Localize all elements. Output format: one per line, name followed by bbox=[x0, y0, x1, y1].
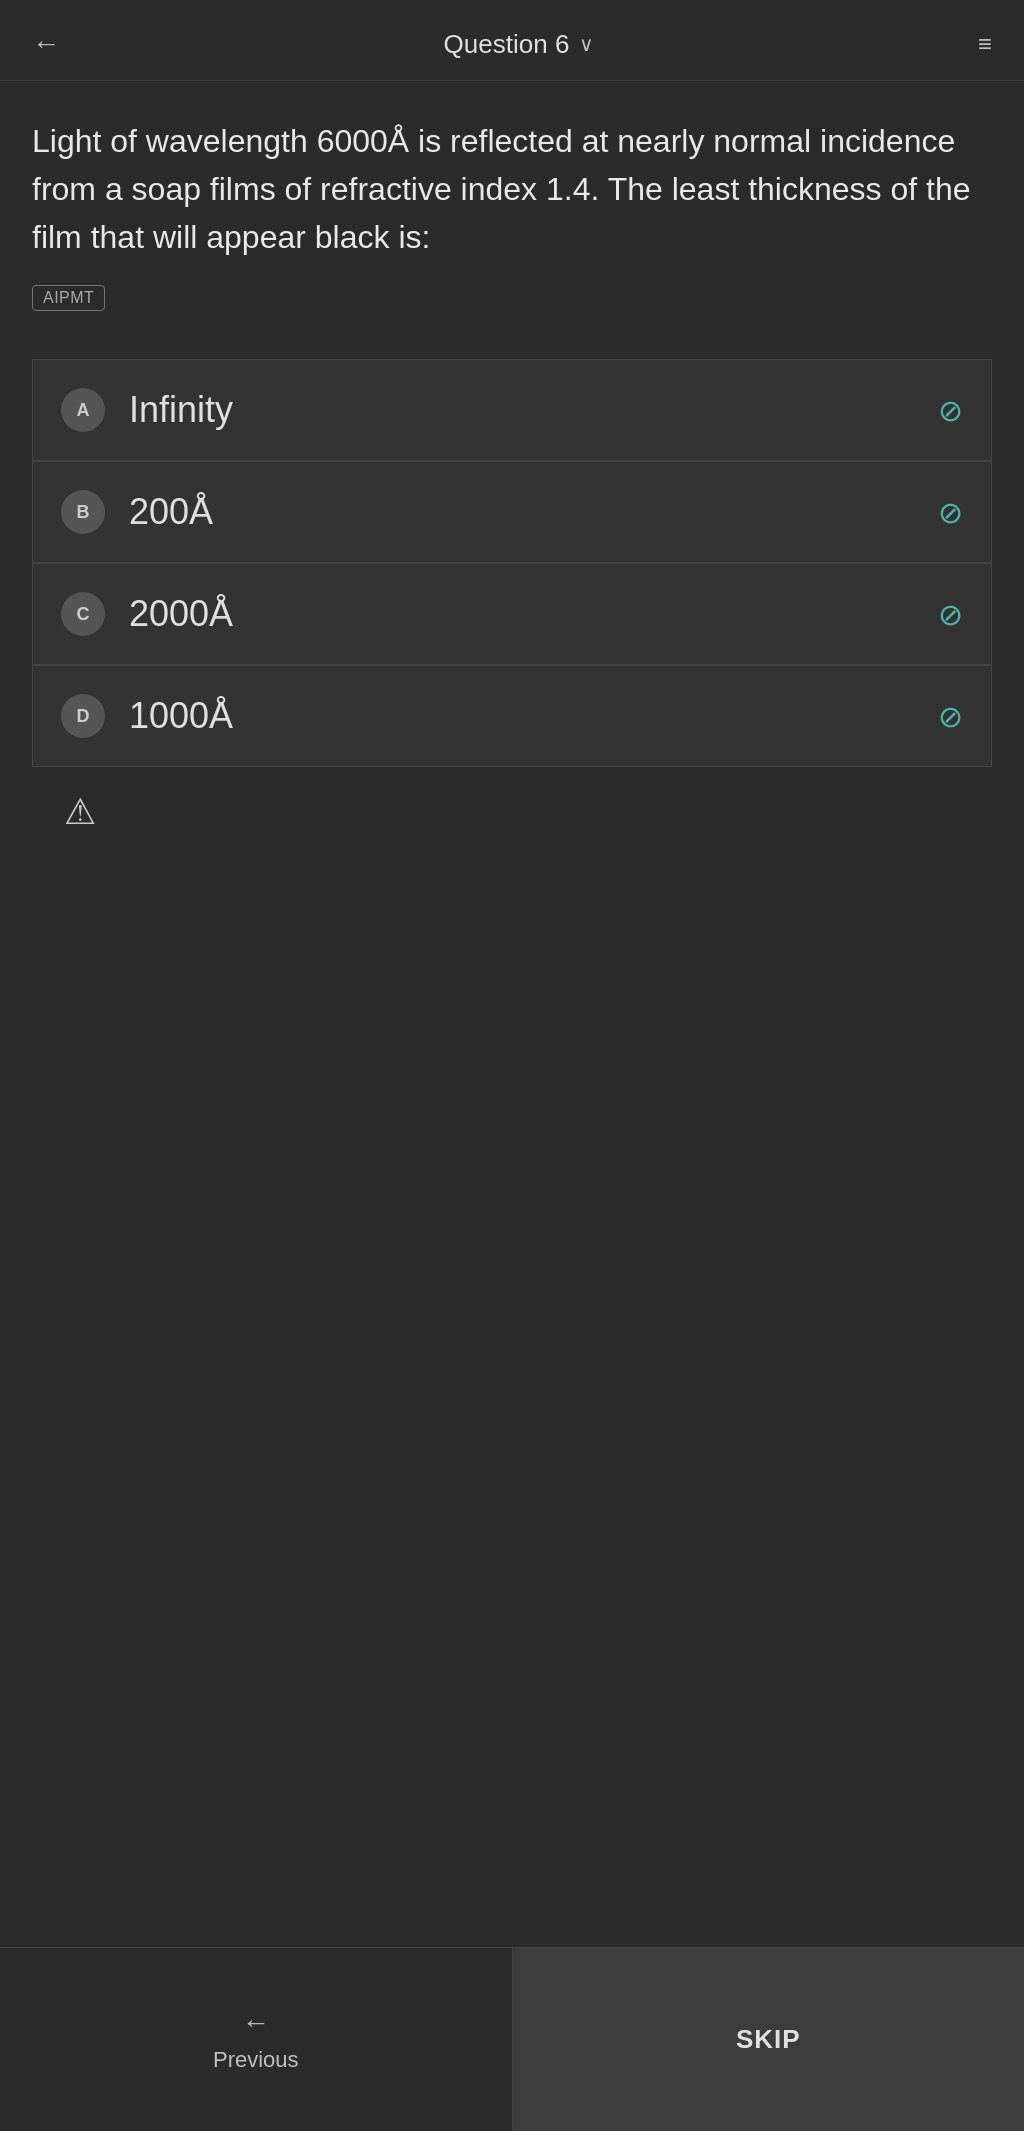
header-title-area[interactable]: Question 6 ∨ bbox=[444, 29, 595, 60]
warning-area: ⚠ bbox=[32, 767, 992, 857]
header: ← Question 6 ∨ ≡ bbox=[0, 0, 1024, 81]
option-d-status-icon: ⊘ bbox=[938, 699, 963, 734]
option-a-left: A Infinity bbox=[61, 388, 233, 432]
skip-label: SKIP bbox=[736, 2024, 801, 2055]
header-back-button[interactable]: ← bbox=[32, 28, 60, 60]
previous-arrow-icon: ← bbox=[242, 2007, 270, 2039]
question-text: Light of wavelength 6000Å is reflected a… bbox=[32, 117, 992, 261]
option-c-left: C 2000Å bbox=[61, 592, 233, 636]
previous-label: Previous bbox=[213, 2047, 299, 2073]
option-b-letter: B bbox=[61, 490, 105, 534]
chevron-down-icon: ∨ bbox=[579, 32, 594, 56]
option-b-status-icon: ⊘ bbox=[938, 495, 963, 530]
option-d[interactable]: D 1000Å ⊘ bbox=[32, 665, 992, 767]
option-a-letter: A bbox=[61, 388, 105, 432]
warning-icon: ⚠ bbox=[64, 791, 96, 832]
header-title: Question 6 bbox=[444, 29, 570, 60]
option-a-text: Infinity bbox=[129, 389, 233, 431]
option-c-text: 2000Å bbox=[129, 593, 233, 635]
option-c-letter: C bbox=[61, 592, 105, 636]
option-c-status-icon: ⊘ bbox=[938, 597, 963, 632]
question-body: Light of wavelength 6000Å is reflected a… bbox=[0, 81, 1024, 1412]
option-a[interactable]: A Infinity ⊘ bbox=[32, 359, 992, 461]
option-b-text: 200Å bbox=[129, 491, 213, 533]
option-d-left: D 1000Å bbox=[61, 694, 233, 738]
spacer bbox=[0, 1412, 1024, 1947]
menu-icon[interactable]: ≡ bbox=[978, 30, 992, 58]
option-b-left: B 200Å bbox=[61, 490, 213, 534]
option-a-status-icon: ⊘ bbox=[938, 393, 963, 428]
option-c[interactable]: C 2000Å ⊘ bbox=[32, 563, 992, 665]
question-source-badge: AIPMT bbox=[32, 285, 105, 311]
skip-button[interactable]: SKIP bbox=[513, 1948, 1025, 2131]
options-list: A Infinity ⊘ B 200Å ⊘ C 2000Å ⊘ D 1000Å bbox=[32, 359, 992, 767]
bottom-navigation: ← Previous SKIP bbox=[0, 1947, 1024, 2131]
option-b[interactable]: B 200Å ⊘ bbox=[32, 461, 992, 563]
option-d-letter: D bbox=[61, 694, 105, 738]
option-d-text: 1000Å bbox=[129, 695, 233, 737]
previous-button[interactable]: ← Previous bbox=[0, 1948, 513, 2131]
